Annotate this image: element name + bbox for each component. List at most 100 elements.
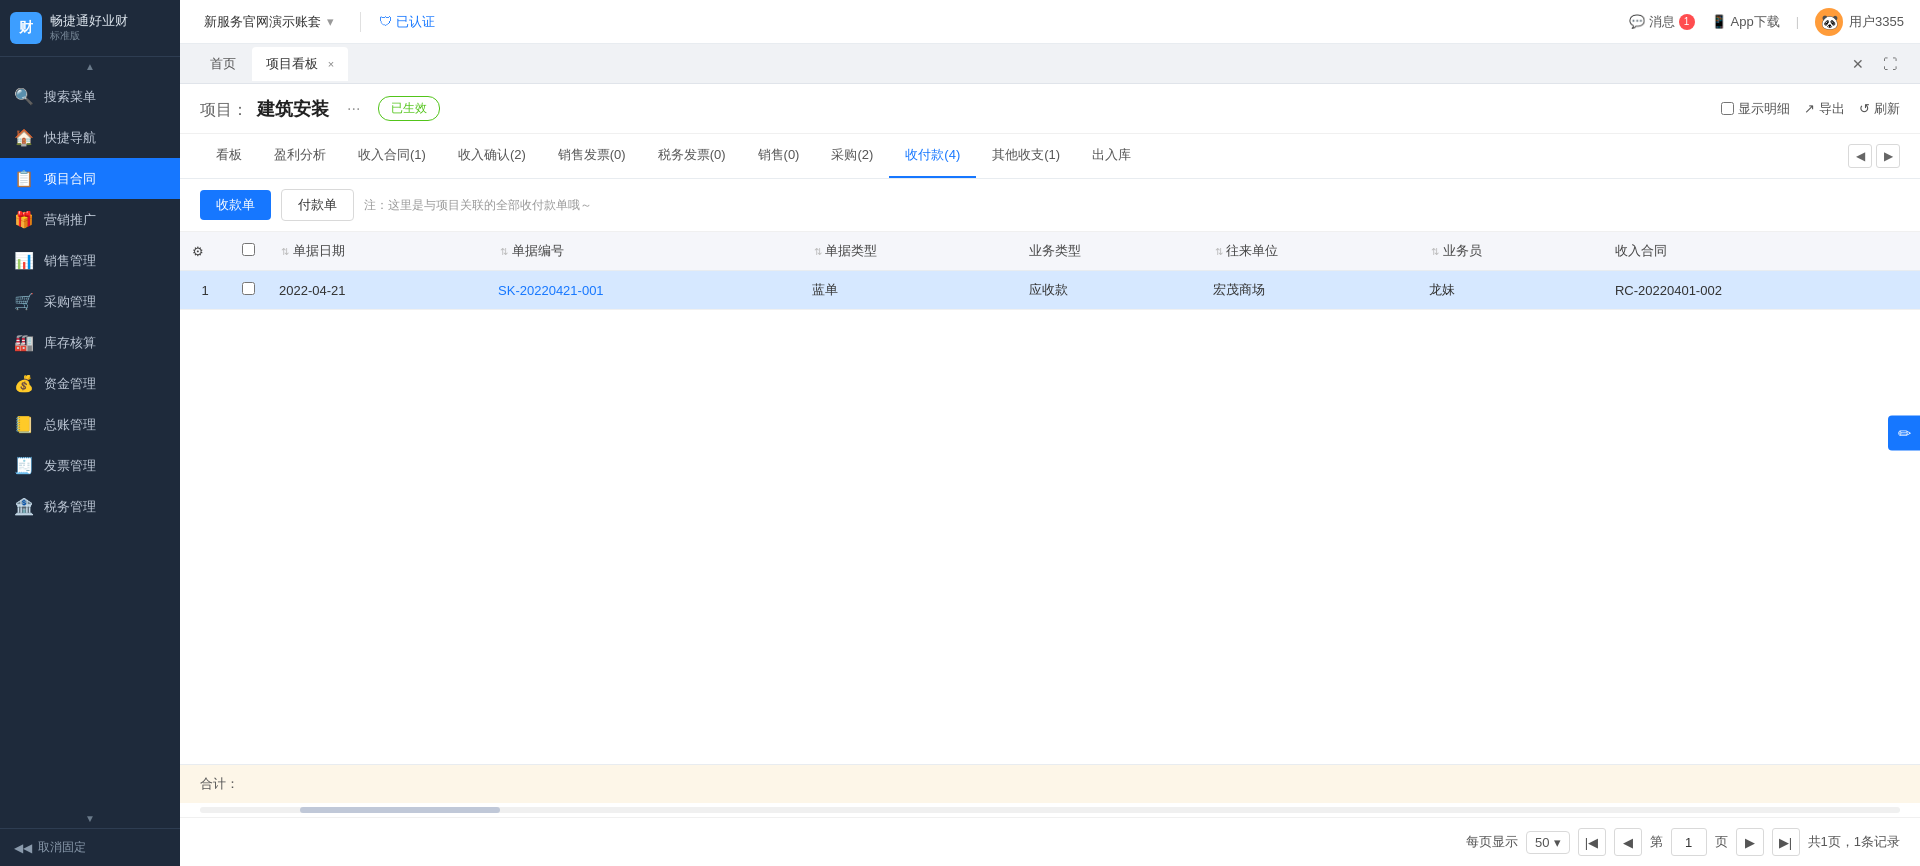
page-size-select[interactable]: 50 ▾	[1526, 831, 1569, 854]
settings-icon[interactable]: ⚙	[192, 244, 204, 259]
page-word2: 页	[1715, 833, 1728, 851]
page-number-input[interactable]	[1671, 828, 1707, 856]
sub-tab-sales[interactable]: 销售(0)	[742, 134, 816, 178]
topbar-right: 💬 消息 1 📱 App下载 | 🐼 用户3355	[1629, 8, 1904, 36]
invoice-icon: 🧾	[14, 456, 34, 475]
sidebar-item-invoice[interactable]: 🧾 发票管理	[0, 445, 180, 486]
export-button[interactable]: ↗ 导出	[1804, 100, 1845, 118]
tab-home-label: 首页	[210, 56, 236, 71]
more-button[interactable]: ···	[341, 98, 366, 120]
h-scroll-thumb[interactable]	[300, 807, 500, 813]
unpin-button[interactable]: ◀◀ 取消固定	[0, 828, 180, 866]
page-next-button[interactable]: ▶	[1736, 828, 1764, 856]
sub-tab-income-contract[interactable]: 收入合同(1)	[342, 134, 442, 178]
sidebar-item-label: 销售管理	[44, 252, 96, 270]
maximize-button[interactable]: ⛶	[1876, 50, 1904, 78]
page-first-button[interactable]: |◀	[1578, 828, 1606, 856]
sub-tab-nav: ◀ ▶	[1848, 144, 1900, 168]
sidebar-item-capital[interactable]: 💰 资金管理	[0, 363, 180, 404]
th-salesperson[interactable]: ⇅ 业务员	[1417, 232, 1602, 271]
app-download-button[interactable]: 📱 App下载	[1711, 13, 1780, 31]
tax-icon: 🏦	[14, 497, 34, 516]
sidebar-item-purchase[interactable]: 🛒 采购管理	[0, 281, 180, 322]
message-button[interactable]: 💬 消息 1	[1629, 13, 1695, 31]
cell-check	[230, 271, 267, 310]
th-doc-no[interactable]: ⇅ 单据编号	[486, 232, 800, 271]
float-action-button[interactable]: ✏	[1888, 416, 1920, 451]
select-all-checkbox[interactable]	[242, 243, 255, 256]
doc-no-link[interactable]: SK-20220421-001	[498, 283, 604, 298]
show-detail-checkbox[interactable]: 显示明细	[1721, 100, 1790, 118]
th-income-contract: 收入合同	[1603, 232, 1920, 271]
th-date[interactable]: ⇅ 单据日期	[267, 232, 486, 271]
h-scroll-bar[interactable]	[200, 807, 1900, 813]
th-partner[interactable]: ⇅ 往来单位	[1201, 232, 1418, 271]
th-checkbox	[230, 232, 267, 271]
payment-filter-button[interactable]: 付款单	[281, 189, 354, 221]
sub-tab-income-confirm[interactable]: 收入确认(2)	[442, 134, 542, 178]
sidebar-item-sales[interactable]: 📊 销售管理	[0, 240, 180, 281]
sidebar-item-tax[interactable]: 🏦 税务管理	[0, 486, 180, 527]
sidebar-item-inventory[interactable]: 🏭 库存核算	[0, 322, 180, 363]
sidebar-item-quick[interactable]: 🏠 快捷导航	[0, 117, 180, 158]
sidebar-item-label: 总账管理	[44, 416, 96, 434]
sidebar-item-label: 发票管理	[44, 457, 96, 475]
export-icon: ↗	[1804, 101, 1815, 116]
sub-tab-purchase[interactable]: 采购(2)	[815, 134, 889, 178]
export-label: 导出	[1819, 100, 1845, 118]
sidebar-scroll-up[interactable]: ▲	[0, 57, 180, 76]
status-badge: 已生效	[378, 96, 440, 121]
filter-bar: 收款单 付款单 注：这里是与项目关联的全部收付款单哦～	[180, 179, 1920, 232]
tab-home[interactable]: 首页	[196, 47, 250, 81]
page-prev-button[interactable]: ◀	[1614, 828, 1642, 856]
sidebar-scroll-down[interactable]: ▼	[0, 809, 180, 828]
topbar-separator: |	[1796, 14, 1799, 29]
th-date-label: 单据日期	[293, 243, 345, 258]
show-detail-label: 显示明细	[1738, 100, 1790, 118]
cell-doc-no[interactable]: SK-20220421-001	[486, 271, 800, 310]
th-doc-type[interactable]: ⇅ 单据类型	[800, 232, 1017, 271]
tab-project-board[interactable]: 项目看板 ×	[252, 47, 348, 81]
page-last-button[interactable]: ▶|	[1772, 828, 1800, 856]
tab-close-button[interactable]: ×	[328, 58, 334, 70]
sidebar-item-search[interactable]: 🔍 搜索菜单	[0, 76, 180, 117]
total-info: 共1页，1条记录	[1808, 833, 1900, 851]
sub-tab-next-button[interactable]: ▶	[1876, 144, 1900, 168]
user-menu[interactable]: 🐼 用户3355	[1815, 8, 1904, 36]
sidebar-item-ledger[interactable]: 📒 总账管理	[0, 404, 180, 445]
project-title: 建筑安装	[257, 99, 329, 119]
sub-tab-tax-invoice[interactable]: 税务发票(0)	[642, 134, 742, 178]
sub-tab-kanban[interactable]: 看板	[200, 134, 258, 178]
cell-biz-type: 应收款	[1017, 271, 1201, 310]
receipt-filter-button[interactable]: 收款单	[200, 190, 271, 220]
shield-icon: 🛡	[379, 14, 392, 29]
app-name: 畅捷通好业财	[50, 13, 128, 30]
cell-num: 1	[180, 271, 230, 310]
content-tabs: 首页 项目看板 × ✕ ⛶	[180, 44, 1920, 84]
refresh-button[interactable]: ↺ 刷新	[1859, 100, 1900, 118]
topbar: 新服务官网演示账套 ▾ 🛡 已认证 💬 消息 1 📱 App下载 | 🐼 用户3…	[180, 0, 1920, 44]
th-settings[interactable]: ⚙	[180, 232, 230, 271]
close-window-button[interactable]: ✕	[1844, 50, 1872, 78]
row-checkbox[interactable]	[242, 282, 255, 295]
project-name: 新服务官网演示账套	[204, 13, 321, 31]
message-badge: 1	[1679, 14, 1695, 30]
show-detail-input[interactable]	[1721, 102, 1734, 115]
summary-label: 合计：	[200, 775, 239, 793]
sub-tab-other-expense[interactable]: 其他收支(1)	[976, 134, 1076, 178]
th-biz-type: 业务类型	[1017, 232, 1201, 271]
cell-date: 2022-04-21	[267, 271, 486, 310]
sub-tab-inout[interactable]: 出入库	[1076, 134, 1147, 178]
h-scroll-area[interactable]	[180, 803, 1920, 817]
sub-tab-profit[interactable]: 盈利分析	[258, 134, 342, 178]
tab-project-board-label: 项目看板	[266, 56, 318, 71]
table-row[interactable]: 1 2022-04-21 SK-20220421-001 蓝单 应收款 宏茂商场…	[180, 271, 1920, 310]
sidebar-item-marketing[interactable]: 🎁 营销推广	[0, 199, 180, 240]
sidebar-item-label: 搜索菜单	[44, 88, 96, 106]
project-selector[interactable]: 新服务官网演示账套 ▾	[196, 9, 342, 35]
sub-tab-receipt[interactable]: 收付款(4)	[889, 134, 976, 178]
sub-tab-prev-button[interactable]: ◀	[1848, 144, 1872, 168]
table-header: ⚙ ⇅ 单据日期 ⇅ 单据编号	[180, 232, 1920, 271]
sidebar-item-contract[interactable]: 📋 项目合同	[0, 158, 180, 199]
sub-tab-sales-invoice[interactable]: 销售发票(0)	[542, 134, 642, 178]
